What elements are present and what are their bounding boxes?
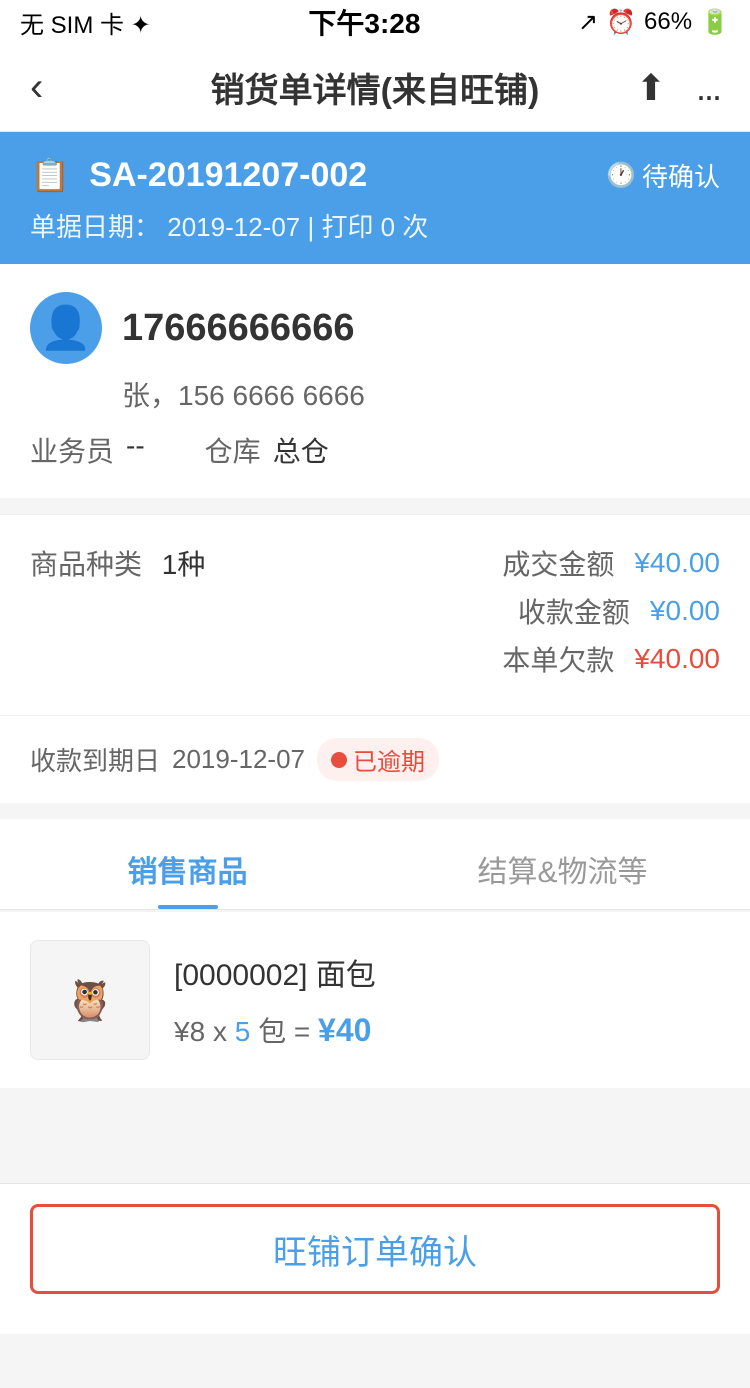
status-left: 无 SIM 卡 ✦	[20, 5, 151, 40]
customer-meta: 业务员 -- 仓库 总仓	[30, 430, 720, 470]
overdue-badge: 已逾期	[317, 738, 439, 781]
tab-products[interactable]: 销售商品	[0, 819, 375, 909]
location-icon: ↗	[578, 8, 598, 37]
tabs-section: 销售商品 结算&物流等	[0, 819, 750, 910]
nav-bar: ‹ 销货单详情(来自旺铺) ⬆ ...	[0, 44, 750, 132]
clock-icon: 🕐	[606, 161, 636, 190]
page-title: 销货单详情(来自旺铺)	[211, 63, 540, 112]
nav-actions: ⬆ ...	[636, 67, 720, 109]
battery-text: 66%	[644, 8, 692, 36]
order-icon: 📋	[30, 157, 70, 193]
due-date-label: 收款到期日	[30, 741, 160, 778]
unit-text: 包	[258, 1016, 286, 1047]
salesperson-label: 业务员	[30, 430, 114, 470]
warehouse-item: 仓库 总仓	[205, 430, 329, 470]
summary-right: 成交金额 ¥40.00 收款金额 ¥0.00 本单欠款 ¥40.00	[502, 543, 720, 687]
more-button[interactable]: ...	[696, 67, 720, 109]
customer-name: 张，156 6666 6666	[122, 374, 720, 414]
product-info: [0000002] 面包 ¥8 x 5 包 = ¥40	[174, 950, 376, 1050]
customer-phone: 17666666666	[122, 307, 354, 350]
due-section: 收款到期日 2019-12-07 已逾期	[0, 715, 750, 803]
summary-section: 商品种类 1种 成交金额 ¥40.00 收款金额 ¥0.00 本单欠款 ¥40.…	[0, 515, 750, 715]
total-value: ¥40	[318, 1012, 371, 1048]
warehouse-label: 仓库	[205, 430, 261, 470]
product-thumbnail: 🦉	[30, 940, 150, 1060]
product-section: 🦉 [0000002] 面包 ¥8 x 5 包 = ¥40	[0, 912, 750, 1088]
alarm-icon: ⏰	[606, 8, 636, 37]
status-time: 下午3:28	[308, 2, 420, 42]
avatar: 👤	[30, 292, 102, 364]
overdue-dot-icon	[331, 752, 347, 768]
amount-row: 成交金额 ¥40.00	[502, 543, 720, 583]
status-text: 待确认	[642, 157, 720, 194]
order-date: 单据日期： 2019-12-07 | 打印 0 次	[30, 207, 720, 244]
share-button[interactable]: ⬆	[636, 67, 666, 109]
amount-label: 成交金额	[502, 543, 614, 583]
product-name: [0000002] 面包	[174, 950, 376, 994]
product-type-label: 商品种类	[30, 549, 142, 580]
owed-value: ¥40.00	[634, 643, 720, 675]
bottom-bar: 旺铺订单确认	[0, 1183, 750, 1334]
order-status: 🕐 待确认	[606, 157, 720, 194]
received-row: 收款金额 ¥0.00	[502, 591, 720, 631]
received-label: 收款金额	[518, 591, 630, 631]
salesperson-value: --	[126, 430, 145, 470]
summary-left: 商品种类 1种	[30, 543, 205, 587]
product-type-row: 商品种类 1种	[30, 543, 205, 583]
tab-settlement[interactable]: 结算&物流等	[375, 819, 750, 909]
customer-section: 👤 17666666666 张，156 6666 6666 业务员 -- 仓库 …	[0, 264, 750, 498]
warehouse-value: 总仓	[273, 430, 329, 470]
multiply-icon: x	[213, 1016, 235, 1047]
product-item: 🦉 [0000002] 面包 ¥8 x 5 包 = ¥40	[0, 912, 750, 1088]
battery-icon: 🔋	[700, 8, 730, 37]
owed-label: 本单欠款	[502, 639, 614, 679]
no-sim-text: 无 SIM 卡 ✦	[20, 5, 151, 40]
product-type-value: 1种	[162, 549, 206, 580]
quantity-value: 5	[235, 1016, 251, 1047]
product-logo-icon: 🦉	[65, 977, 115, 1024]
overdue-text: 已逾期	[353, 742, 425, 777]
status-bar: 无 SIM 卡 ✦ 下午3:28 ↗ ⏰ 66% 🔋	[0, 0, 750, 44]
status-right: ↗ ⏰ 66% 🔋	[578, 8, 730, 37]
salesperson-item: 业务员 --	[30, 430, 145, 470]
confirm-button[interactable]: 旺铺订单确认	[30, 1204, 720, 1294]
owed-row: 本单欠款 ¥40.00	[502, 639, 720, 679]
order-id: 📋 SA-20191207-002	[30, 156, 367, 195]
order-header: 📋 SA-20191207-002 🕐 待确认 单据日期： 2019-12-07…	[0, 132, 750, 264]
person-icon: 👤	[40, 304, 92, 353]
price-text: ¥8	[174, 1016, 205, 1047]
amount-value: ¥40.00	[634, 547, 720, 579]
equals-text: =	[294, 1016, 318, 1047]
product-price-row: ¥8 x 5 包 = ¥40	[174, 1010, 376, 1050]
back-button[interactable]: ‹	[30, 65, 43, 110]
due-date-value: 2019-12-07	[172, 744, 305, 775]
customer-row: 👤 17666666666	[30, 292, 720, 364]
received-value: ¥0.00	[650, 595, 720, 627]
